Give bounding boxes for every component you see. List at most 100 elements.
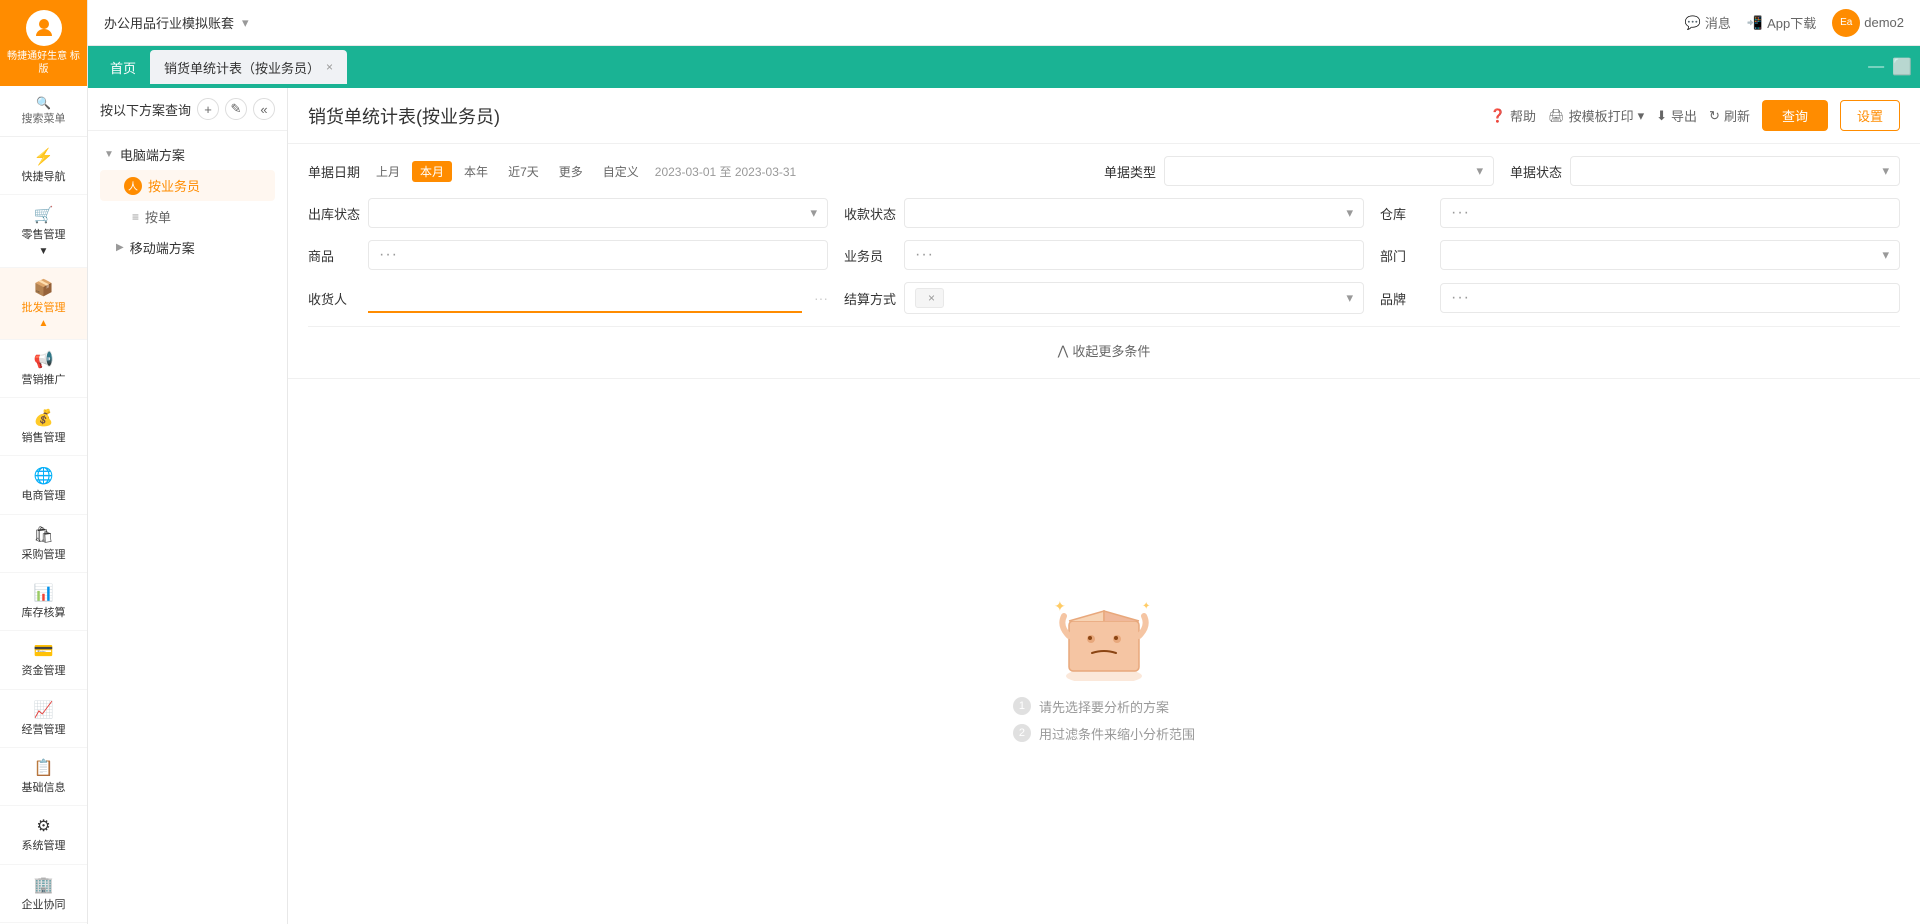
settle-tag-close[interactable]: ×: [928, 291, 935, 305]
tab-minimize-btn[interactable]: —: [1868, 58, 1884, 76]
out-status-select[interactable]: ▾: [368, 198, 828, 228]
tab-home[interactable]: 首页: [96, 50, 150, 84]
quick-nav-icon: ⚡: [34, 147, 54, 167]
top-bar-title: 办公用品行业模拟账套: [104, 13, 234, 32]
date-tab-7days[interactable]: 近7天: [500, 161, 547, 182]
enterprise-icon: 🏢: [34, 875, 54, 895]
app-download-btn[interactable]: 📲 App下载: [1747, 13, 1816, 32]
refresh-label: 刷新: [1724, 106, 1750, 125]
filter-doc-status: 单据状态 ▾: [1510, 156, 1900, 186]
help-icon: ❓: [1490, 108, 1506, 124]
desktop-group-header[interactable]: ▼ 电脑端方案: [100, 139, 275, 170]
system-icon: ⚙: [36, 816, 50, 836]
doc-type-arrow: ▾: [1476, 163, 1483, 179]
export-btn[interactable]: ⬇ 导出: [1656, 106, 1697, 125]
page-header: 销货单统计表(按业务员) ❓ 帮助 🖨 按模板打印 ▾ ⬇ 导出: [288, 88, 1920, 144]
doc-status-select[interactable]: ▾: [1570, 156, 1900, 186]
mobile-group-label: 移动端方案: [130, 238, 195, 257]
sidebar-item-ecom[interactable]: 🌐 电商管理: [0, 456, 87, 514]
print-btn[interactable]: 🖨 按模板打印 ▾: [1548, 106, 1644, 125]
sidebar-item-wholesale[interactable]: 📦 批发管理 ▲: [0, 268, 87, 340]
query-btn[interactable]: 查询: [1762, 100, 1828, 131]
sidebar-item-system[interactable]: ⚙ 系统管理: [0, 806, 87, 864]
sidebar-item-marketing[interactable]: 📢 营销推广: [0, 340, 87, 398]
search-label: 搜索菜单: [8, 110, 79, 126]
sidebar-item-purchase[interactable]: 🛍 采购管理: [0, 515, 87, 573]
sidebar-item-quick-nav[interactable]: ⚡ 快捷导航: [0, 137, 87, 195]
avatar: Ea: [1832, 9, 1860, 37]
settle-arrow: ▾: [1346, 290, 1353, 306]
settle-tag: ×: [915, 288, 944, 308]
hint-2-num: 2: [1013, 724, 1031, 742]
filter-warehouse: 仓库 ···: [1380, 198, 1900, 228]
warehouse-select[interactable]: ···: [1440, 198, 1900, 228]
date-tab-lastmonth[interactable]: 上月: [368, 161, 408, 182]
tab-close-icon[interactable]: ×: [326, 60, 333, 74]
consignee-dots: ···: [814, 290, 828, 306]
filter-row-2: 出库状态 ▾ 收款状态 ▾ 仓库: [308, 198, 1900, 228]
sidebar-item-retail[interactable]: 🛒 零售管理 ▼: [0, 195, 87, 267]
sidebar-item-basic[interactable]: 📋 基础信息: [0, 748, 87, 806]
app-download-label: App下载: [1767, 13, 1816, 32]
top-bar-dropdown-icon[interactable]: ▾: [242, 15, 249, 31]
edit-scheme-btn[interactable]: ✎: [225, 98, 247, 120]
empty-hints: 1 请先选择要分析的方案 2 用过滤条件来缩小分析范围: [1013, 697, 1195, 743]
sidebar: 畅捷通好生意 标版 🔍 搜索菜单 ⚡ 快捷导航 🛒 零售管理 ▼ 📦 批发管理 …: [0, 0, 88, 924]
date-tab-more[interactable]: 更多: [551, 161, 591, 182]
collapse-btn[interactable]: ⋀ 收起更多条件: [308, 335, 1900, 366]
mobile-group-header[interactable]: ▶ 移动端方案: [100, 232, 275, 263]
message-icon: 💬: [1685, 15, 1701, 31]
tab-maximize-btn[interactable]: ⬜: [1892, 57, 1912, 77]
date-tab-custom[interactable]: 自定义: [595, 161, 647, 182]
download-icon: 📲: [1747, 15, 1763, 31]
settle-select[interactable]: × ▾: [904, 282, 1364, 314]
collapse-panel-btn[interactable]: «: [253, 98, 275, 120]
dept-label: 部门: [1380, 246, 1432, 265]
filter-row-4: 收货人 ··· 结算方式 × ▾: [308, 282, 1900, 314]
content-area: 按以下方案查询 + ✎ « ▼ 电脑端方案 人 按业务员 ≡: [88, 88, 1920, 924]
left-panel-title: 按以下方案查询: [100, 100, 191, 119]
salesman-scheme-label: 按业务员: [148, 176, 200, 195]
scheme-by-salesman[interactable]: 人 按业务员: [100, 170, 275, 201]
dept-select[interactable]: ▾: [1440, 240, 1900, 270]
consignee-input[interactable]: [368, 283, 802, 313]
help-btn[interactable]: ❓ 帮助: [1490, 106, 1536, 125]
scheme-tree: ▼ 电脑端方案 人 按业务员 ≡ 按单 ▶ 移动端方案: [88, 131, 287, 271]
date-tab-thismonth[interactable]: 本月: [412, 161, 452, 182]
empty-hint-1: 1 请先选择要分析的方案: [1013, 697, 1195, 716]
message-label: 消息: [1705, 13, 1731, 32]
sidebar-item-enterprise[interactable]: 🏢 企业协同: [0, 865, 87, 923]
wholesale-icon: 📦: [34, 278, 54, 298]
filter-receipt-status: 收款状态 ▾: [844, 198, 1364, 228]
date-tab-thisyear[interactable]: 本年: [456, 161, 496, 182]
sidebar-search[interactable]: 🔍 搜索菜单: [0, 86, 87, 137]
receipt-status-select[interactable]: ▾: [904, 198, 1364, 228]
sidebar-logo[interactable]: 畅捷通好生意 标版: [0, 0, 88, 86]
goods-select[interactable]: ···: [368, 240, 828, 270]
message-btn[interactable]: 💬 消息: [1685, 13, 1731, 32]
print-dropdown-icon[interactable]: ▾: [1638, 108, 1645, 124]
add-scheme-btn[interactable]: +: [197, 98, 219, 120]
sidebar-item-finance[interactable]: 💳 资金管理: [0, 631, 87, 689]
user-btn[interactable]: Ea demo2: [1832, 9, 1904, 37]
settings-btn[interactable]: 设置: [1840, 100, 1900, 131]
left-panel-header: 按以下方案查询 + ✎ «: [88, 88, 287, 131]
refresh-btn[interactable]: ↻ 刷新: [1709, 106, 1750, 125]
tab-report[interactable]: 销货单统计表（按业务员） ×: [150, 50, 347, 84]
logo-icon: [26, 10, 62, 46]
sidebar-item-operation[interactable]: 📈 经营管理: [0, 690, 87, 748]
sidebar-item-inventory[interactable]: 📊 库存核算: [0, 573, 87, 631]
help-label: 帮助: [1510, 106, 1536, 125]
salesman-select[interactable]: ···: [904, 240, 1364, 270]
order-scheme-label: 按单: [145, 207, 171, 226]
date-tabs: 上月 本月 本年 近7天 更多 自定义: [368, 161, 647, 182]
brand-select[interactable]: ···: [1440, 283, 1900, 313]
refresh-icon: ↻: [1709, 108, 1720, 124]
svg-text:✦: ✦: [1054, 598, 1066, 614]
sidebar-item-sales[interactable]: 💰 销售管理: [0, 398, 87, 456]
scheme-by-order[interactable]: ≡ 按单: [100, 201, 275, 232]
filter-settle: 结算方式 × ▾: [844, 282, 1364, 314]
doc-type-select[interactable]: ▾: [1164, 156, 1494, 186]
search-icon: 🔍: [36, 96, 51, 110]
page-actions: ❓ 帮助 🖨 按模板打印 ▾ ⬇ 导出 ↻ 刷新: [1490, 100, 1900, 131]
